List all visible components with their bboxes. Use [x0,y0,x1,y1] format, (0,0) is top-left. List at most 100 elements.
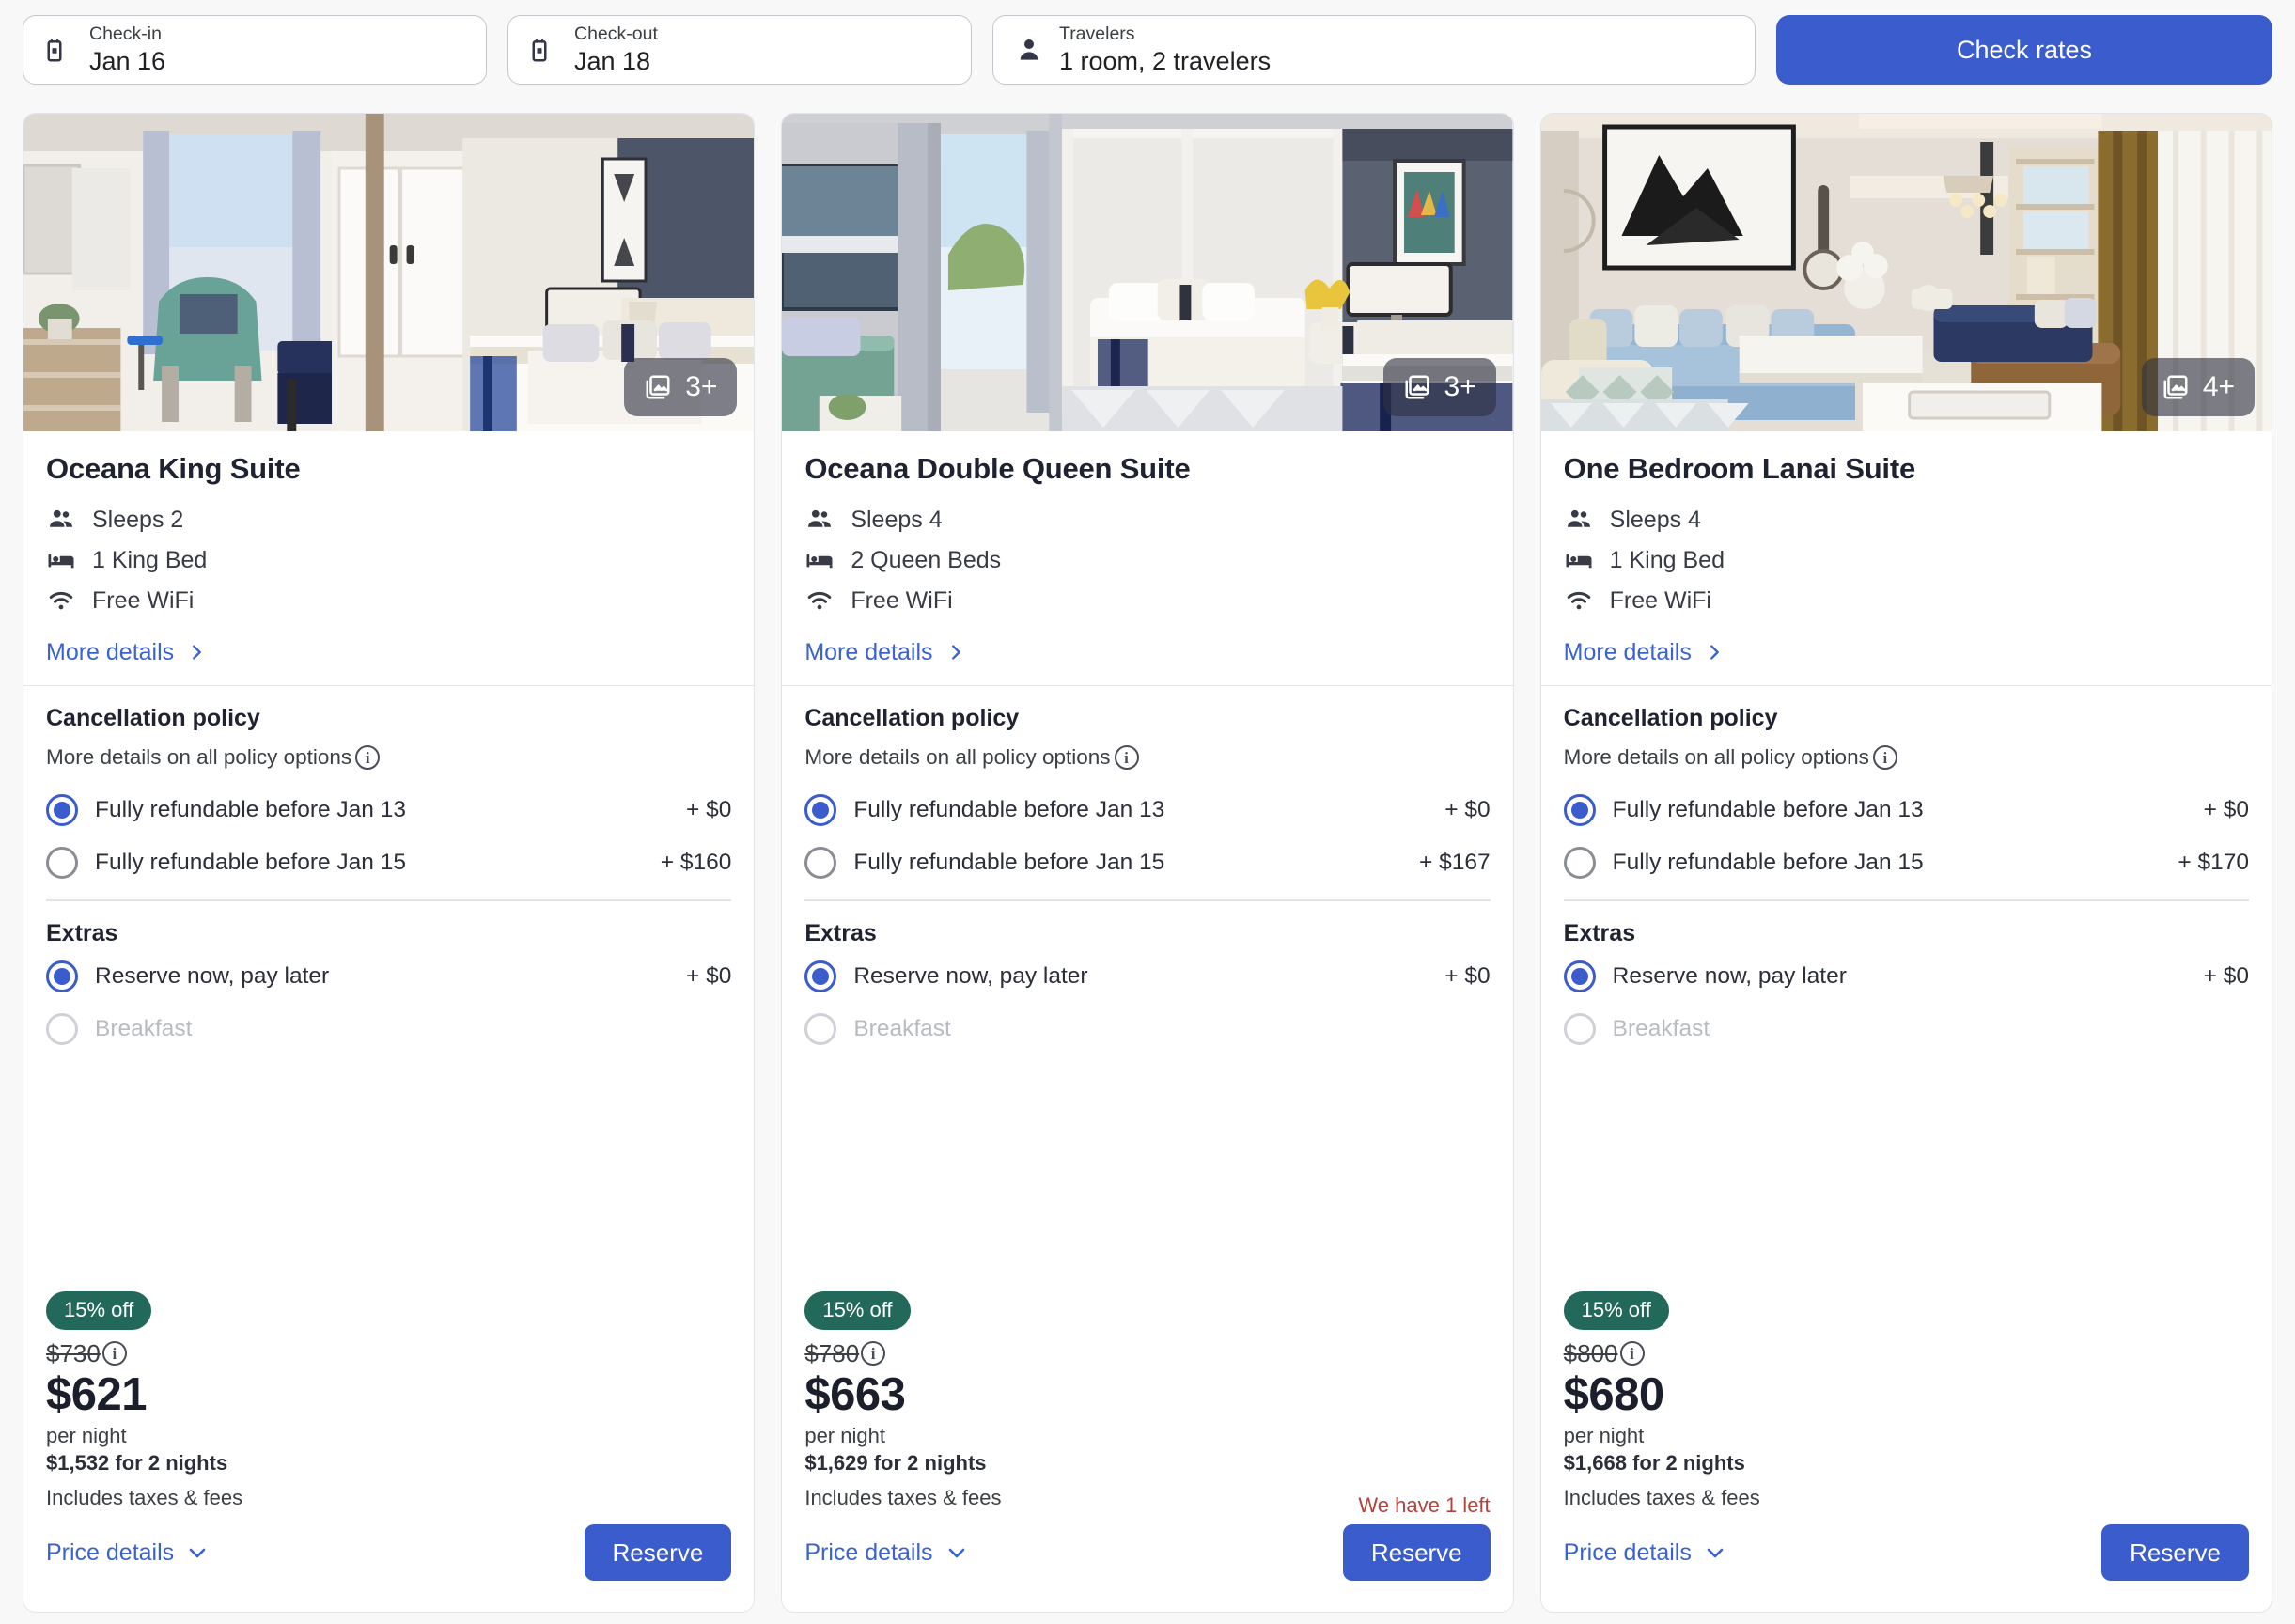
extras-option: Breakfast [1563,1012,2249,1045]
room-card: 3+ Oceana King Suite Sleeps 2 1 King Bed… [23,113,756,1613]
radio-button[interactable] [1563,960,1596,992]
info-icon[interactable]: i [1114,745,1139,771]
room-photo[interactable]: 3+ [782,114,1513,431]
policy-option-label: Fully refundable before Jan 15 [853,850,1165,876]
more-details-link[interactable]: More details [1564,639,1725,666]
extras-option[interactable]: Reserve now, pay later + $0 [46,960,731,992]
info-icon[interactable]: i [101,1341,127,1366]
policy-option-price: + $167 [1419,850,1491,876]
radio-button[interactable] [46,847,78,880]
includes-taxes-label: Includes taxes & fees [1563,1486,1760,1509]
amenity-label: Sleeps 2 [92,506,184,533]
search-bar: Check-in Jan 16 Check-out Jan 18 Travele [0,0,2295,100]
room-info: Oceana Double Queen Suite Sleeps 4 2 Que… [782,431,1512,685]
section-title: Cancellation policy [46,705,260,732]
original-price-row: $730 i [46,1339,731,1368]
section-title: Extras [46,919,118,946]
extras-option-label: Breakfast [95,1015,193,1041]
more-details-label: More details [1563,638,1692,665]
discount-badge: 15% off [1563,1290,1669,1330]
photo-count-badge[interactable]: 3+ [624,358,738,416]
policy-more-details-link[interactable]: More details on all policy options i [1564,745,1897,771]
more-details-label: More details [804,638,933,665]
amenity-label: Free WiFi [92,586,195,614]
more-details-link[interactable]: More details [804,639,965,666]
room-card: 4+ One Bedroom Lanai Suite Sleeps 4 1 Ki… [1539,113,2272,1613]
travelers-field[interactable]: Travelers 1 room, 2 travelers [992,15,1756,85]
more-details-label: More details [46,638,175,665]
policy-option[interactable]: Fully refundable before Jan 13 + $0 [46,794,731,827]
policy-option-label: Fully refundable before Jan 13 [1612,797,1924,823]
radio-button[interactable] [1563,794,1596,827]
more-details-link[interactable]: More details [46,639,207,666]
radio-button[interactable] [804,960,837,992]
section-title: Extras [1563,919,1636,946]
amenity-label: Sleeps 4 [851,506,943,533]
reserve-button[interactable]: Reserve [584,1524,732,1581]
per-night-label: per night [804,1423,885,1447]
wifi-icon [804,588,835,613]
photo-count-badge[interactable]: 4+ [2141,358,2255,416]
chevron-right-icon [186,642,207,663]
reserve-button[interactable]: Reserve [1342,1524,1491,1581]
checkout-field[interactable]: Check-out Jan 18 [507,15,972,85]
price-details-link[interactable]: Price details [1564,1539,1726,1567]
people-icon [804,508,835,532]
room-photo[interactable]: 3+ [23,114,755,431]
extras-option[interactable]: Reserve now, pay later + $0 [804,960,1491,992]
checkout-value: Jan 18 [574,46,651,75]
policy-option-label: Fully refundable before Jan 13 [853,797,1165,823]
radio-button[interactable] [804,794,837,827]
photo-count-badge[interactable]: 3+ [1382,358,1496,416]
policy-more-details-link[interactable]: More details on all policy options i [804,745,1139,771]
travelers-value: 1 room, 2 travelers [1059,46,1272,75]
original-price-row: $800 i [1564,1339,2249,1368]
checkin-field[interactable]: Check-in Jan 16 [23,15,487,85]
includes-taxes-label: Includes taxes & fees [46,1486,243,1509]
extras-option[interactable]: Reserve now, pay later + $0 [1563,960,2249,992]
policy-more-details-link[interactable]: More details on all policy options i [46,745,381,771]
radio-button[interactable] [46,960,78,992]
policy-more-label: More details on all policy options [46,745,352,770]
original-price-row: $780 i [804,1339,1490,1368]
policy-option[interactable]: Fully refundable before Jan 13 + $0 [804,794,1491,827]
policy-option[interactable]: Fully refundable before Jan 15 + $160 [46,847,731,880]
extras-option-price: + $0 [1444,962,1491,989]
radio-button[interactable] [804,847,837,880]
calendar-icon [44,34,74,66]
people-icon [46,508,76,532]
policy-option[interactable]: Fully refundable before Jan 15 + $170 [1563,847,2249,880]
info-icon[interactable]: i [1872,745,1897,771]
amenity-wifi: Free WiFi [46,587,731,615]
room-photo[interactable]: 4+ [1540,114,2272,431]
radio-button[interactable] [46,794,78,827]
radio-button[interactable] [1563,847,1596,880]
extras-option-label: Reserve now, pay later [853,962,1088,989]
price-details-label: Price details [804,1538,933,1566]
reserve-button[interactable]: Reserve [2101,1524,2249,1581]
chevron-down-icon [186,1541,209,1564]
radio-button [46,1012,78,1045]
policy-option-label: Fully refundable before Jan 13 [95,797,406,823]
amenity-sleeps: Sleeps 4 [804,507,1490,534]
room-title: Oceana Double Queen Suite [804,452,1191,485]
check-rates-button[interactable]: Check rates [1776,15,2272,85]
photos-icon [2162,373,2190,401]
amenity-wifi: Free WiFi [804,587,1490,615]
amenity-bed: 1 King Bed [46,547,731,574]
price-details-link[interactable]: Price details [804,1539,967,1567]
policy-option[interactable]: Fully refundable before Jan 13 + $0 [1563,794,2249,827]
extras-option-label: Reserve now, pay later [1612,962,1847,989]
info-icon[interactable]: i [861,1341,886,1366]
amenity-label: 1 King Bed [1609,546,1725,573]
current-price: $680 [1563,1368,1665,1420]
chevron-right-icon [1704,642,1725,663]
price-details-link[interactable]: Price details [46,1539,209,1567]
radio-button [1563,1012,1596,1045]
info-icon[interactable]: i [355,745,381,771]
policy-option-label: Fully refundable before Jan 15 [1612,850,1924,876]
extras-section: Extras Reserve now, pay later + $0 Break… [23,901,754,1066]
total-price: $1,668 for 2 nights [1563,1451,1745,1476]
info-icon[interactable]: i [1619,1341,1645,1366]
policy-option[interactable]: Fully refundable before Jan 15 + $167 [804,847,1491,880]
